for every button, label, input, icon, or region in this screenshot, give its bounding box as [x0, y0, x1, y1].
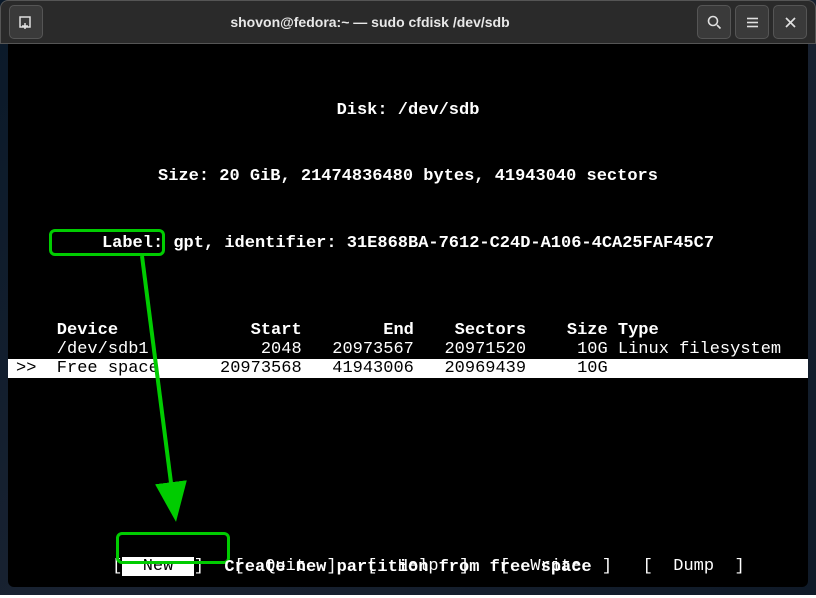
- window-title: shovon@fedora:~ — sudo cfdisk /dev/sdb: [47, 14, 693, 30]
- partition-table-header: Device Start End Sectors Size Type: [8, 321, 808, 340]
- free-space-row[interactable]: >> Free space 20973568 41943006 20969439…: [8, 359, 808, 378]
- close-button[interactable]: [773, 5, 807, 39]
- disk-info: Disk: /dev/sdb Size: 20 GiB, 21474836480…: [8, 56, 808, 299]
- partition-row[interactable]: /dev/sdb1 2048 20973567 20971520 10G Lin…: [8, 340, 808, 359]
- annotation-freespace-highlight: [49, 229, 165, 256]
- terminal-body: Disk: /dev/sdb Size: 20 GiB, 21474836480…: [8, 44, 808, 587]
- search-button[interactable]: [697, 5, 731, 39]
- window-titlebar: shovon@fedora:~ — sudo cfdisk /dev/sdb: [0, 0, 816, 44]
- disk-line-size: Size: 20 GiB, 21474836480 bytes, 4194304…: [8, 166, 808, 188]
- new-tab-button[interactable]: [9, 5, 43, 39]
- hint-text: Create new partition from free space: [8, 558, 808, 577]
- disk-line-device: Disk: /dev/sdb: [8, 100, 808, 122]
- menu-button[interactable]: [735, 5, 769, 39]
